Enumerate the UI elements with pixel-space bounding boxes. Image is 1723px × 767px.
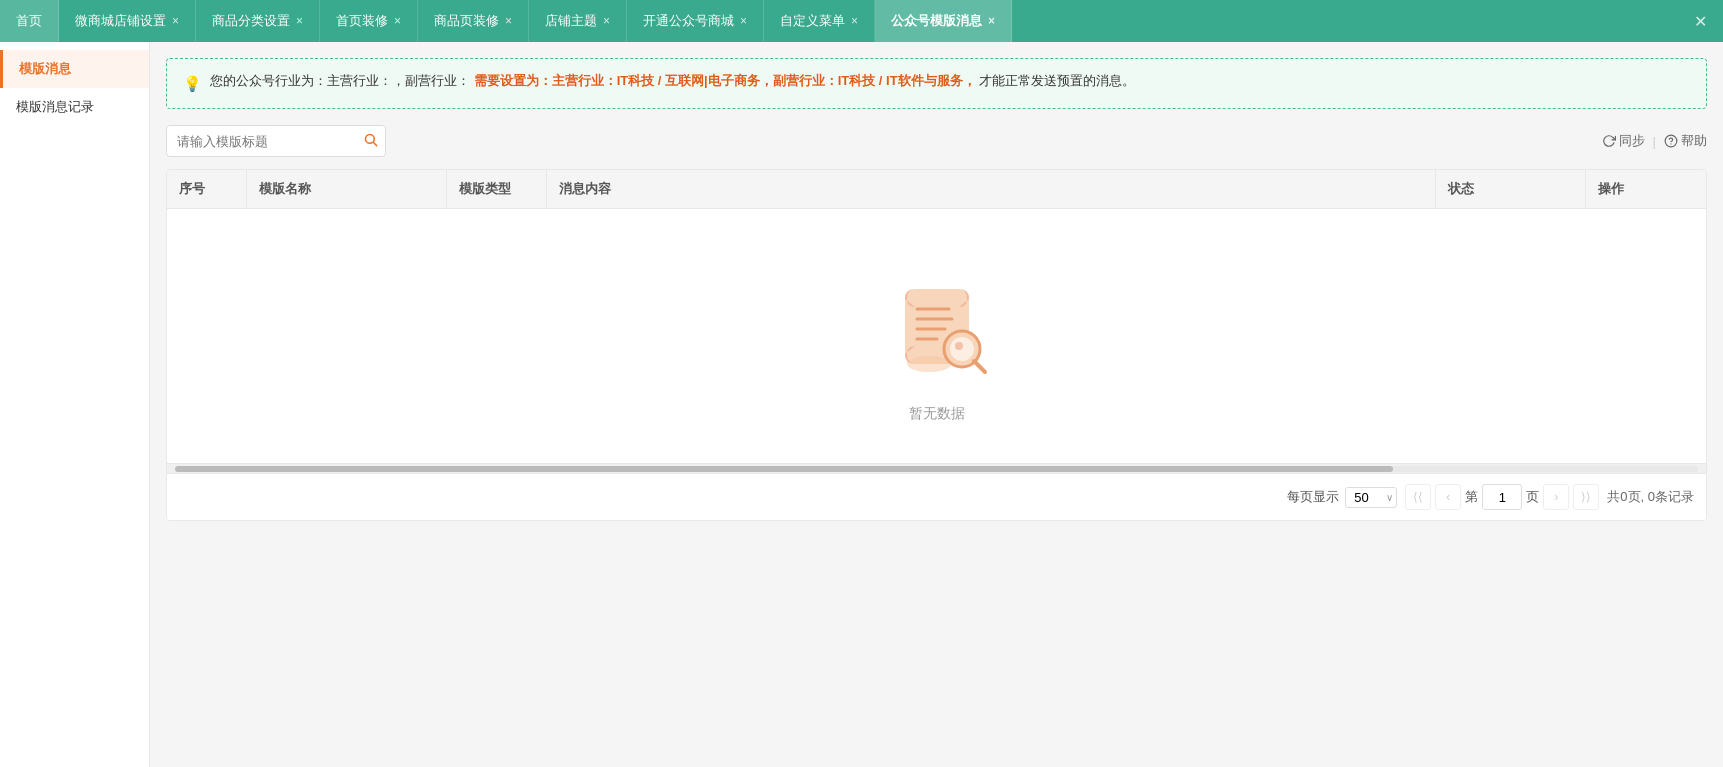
- th-action: 操作: [1586, 170, 1706, 208]
- close-tab-product-decor[interactable]: ×: [505, 14, 512, 28]
- close-tab-home-decor[interactable]: ×: [394, 14, 401, 28]
- scrollbar-thumb[interactable]: [175, 466, 1393, 472]
- empty-state: 暂无数据: [167, 209, 1706, 463]
- svg-point-10: [950, 337, 974, 361]
- th-name: 模版名称: [247, 170, 447, 208]
- svg-point-12: [955, 342, 963, 350]
- empty-illustration: [877, 269, 997, 389]
- tab-open-mall[interactable]: 开通公众号商城 ×: [627, 0, 764, 42]
- search-bar-right: 同步 | 帮助: [1602, 132, 1707, 150]
- horizontal-scrollbar[interactable]: [167, 463, 1706, 473]
- tab-shop-setting[interactable]: 微商城店铺设置 ×: [59, 0, 196, 42]
- pagination: 每页显示 10 20 50 100 ⟨⟨ ‹ 第 页: [167, 473, 1706, 520]
- next-page-button[interactable]: ›: [1543, 484, 1569, 510]
- th-seq: 序号: [167, 170, 247, 208]
- page-nav: ⟨⟨ ‹ 第 页 › ⟩⟩: [1405, 484, 1599, 510]
- last-page-button[interactable]: ⟩⟩: [1573, 484, 1599, 510]
- page-unit: 页: [1526, 488, 1539, 506]
- total-pages-text: 共0页, 0条记录: [1607, 488, 1694, 506]
- sidebar-item-template-msg[interactable]: 模版消息: [0, 50, 149, 88]
- tab-home[interactable]: 首页: [0, 0, 59, 42]
- search-input-wrap: [166, 125, 386, 157]
- tab-category-setting[interactable]: 商品分类设置 ×: [196, 0, 320, 42]
- notice-icon: 💡: [183, 72, 202, 96]
- page-size-select-wrap: 10 20 50 100: [1345, 487, 1397, 508]
- close-tab-shop-setting[interactable]: ×: [172, 14, 179, 28]
- tab-product-decor[interactable]: 商品页装修 ×: [418, 0, 529, 42]
- th-content: 消息内容: [547, 170, 1436, 208]
- content-area: 💡 您的公众号行业为：主营行业：，副营行业： 需要设置为：主营行业：IT科技 /…: [150, 42, 1723, 767]
- tab-bar: 首页 微商城店铺设置 × 商品分类设置 × 首页装修 × 商品页装修 × 店铺主…: [0, 0, 1723, 42]
- scrollbar-track[interactable]: [175, 466, 1698, 472]
- notice-box: 💡 您的公众号行业为：主营行业：，副营行业： 需要设置为：主营行业：IT科技 /…: [166, 58, 1707, 109]
- page-size-select[interactable]: 10 20 50 100: [1345, 487, 1397, 508]
- close-tab-custom-menu[interactable]: ×: [851, 14, 858, 28]
- page-size-label: 每页显示: [1287, 488, 1339, 506]
- prev-page-button[interactable]: ‹: [1435, 484, 1461, 510]
- main-layout: 模版消息 模版消息记录 💡 您的公众号行业为：主营行业：，副营行业： 需要设置为…: [0, 42, 1723, 767]
- close-tab-category-setting[interactable]: ×: [296, 14, 303, 28]
- sidebar: 模版消息 模版消息记录: [0, 42, 150, 767]
- tab-shop-theme[interactable]: 店铺主题 ×: [529, 0, 627, 42]
- tab-template-msg[interactable]: 公众号模版消息 ×: [875, 0, 1012, 42]
- first-page-button[interactable]: ⟨⟨: [1405, 484, 1431, 510]
- close-tab-shop-theme[interactable]: ×: [603, 14, 610, 28]
- th-status: 状态: [1436, 170, 1586, 208]
- sidebar-item-template-log[interactable]: 模版消息记录: [0, 88, 149, 126]
- search-button[interactable]: [363, 132, 378, 150]
- svg-line-11: [974, 361, 985, 372]
- help-button[interactable]: 帮助: [1664, 132, 1707, 150]
- tab-custom-menu[interactable]: 自定义菜单 ×: [764, 0, 875, 42]
- tab-home-decor[interactable]: 首页装修 ×: [320, 0, 418, 42]
- th-type: 模版类型: [447, 170, 547, 208]
- close-all-tabs[interactable]: ✕: [1678, 12, 1723, 31]
- svg-line-1: [373, 142, 376, 145]
- sync-button[interactable]: 同步: [1602, 132, 1645, 150]
- page-label: 第: [1465, 488, 1478, 506]
- search-bar: 同步 | 帮助: [166, 125, 1707, 157]
- page-number-input[interactable]: [1482, 484, 1522, 510]
- close-tab-open-mall[interactable]: ×: [740, 14, 747, 28]
- empty-text: 暂无数据: [909, 405, 965, 423]
- search-input[interactable]: [166, 125, 386, 157]
- notice-text: 您的公众号行业为：主营行业：，副营行业： 需要设置为：主营行业：IT科技 / 互…: [210, 71, 1135, 92]
- divider: |: [1653, 134, 1656, 149]
- page-size-control: 每页显示 10 20 50 100: [1287, 487, 1397, 508]
- close-tab-template-msg[interactable]: ×: [988, 14, 995, 28]
- data-table: 序号 模版名称 模版类型 消息内容 状态 操作: [166, 169, 1707, 521]
- table-header: 序号 模版名称 模版类型 消息内容 状态 操作: [167, 170, 1706, 209]
